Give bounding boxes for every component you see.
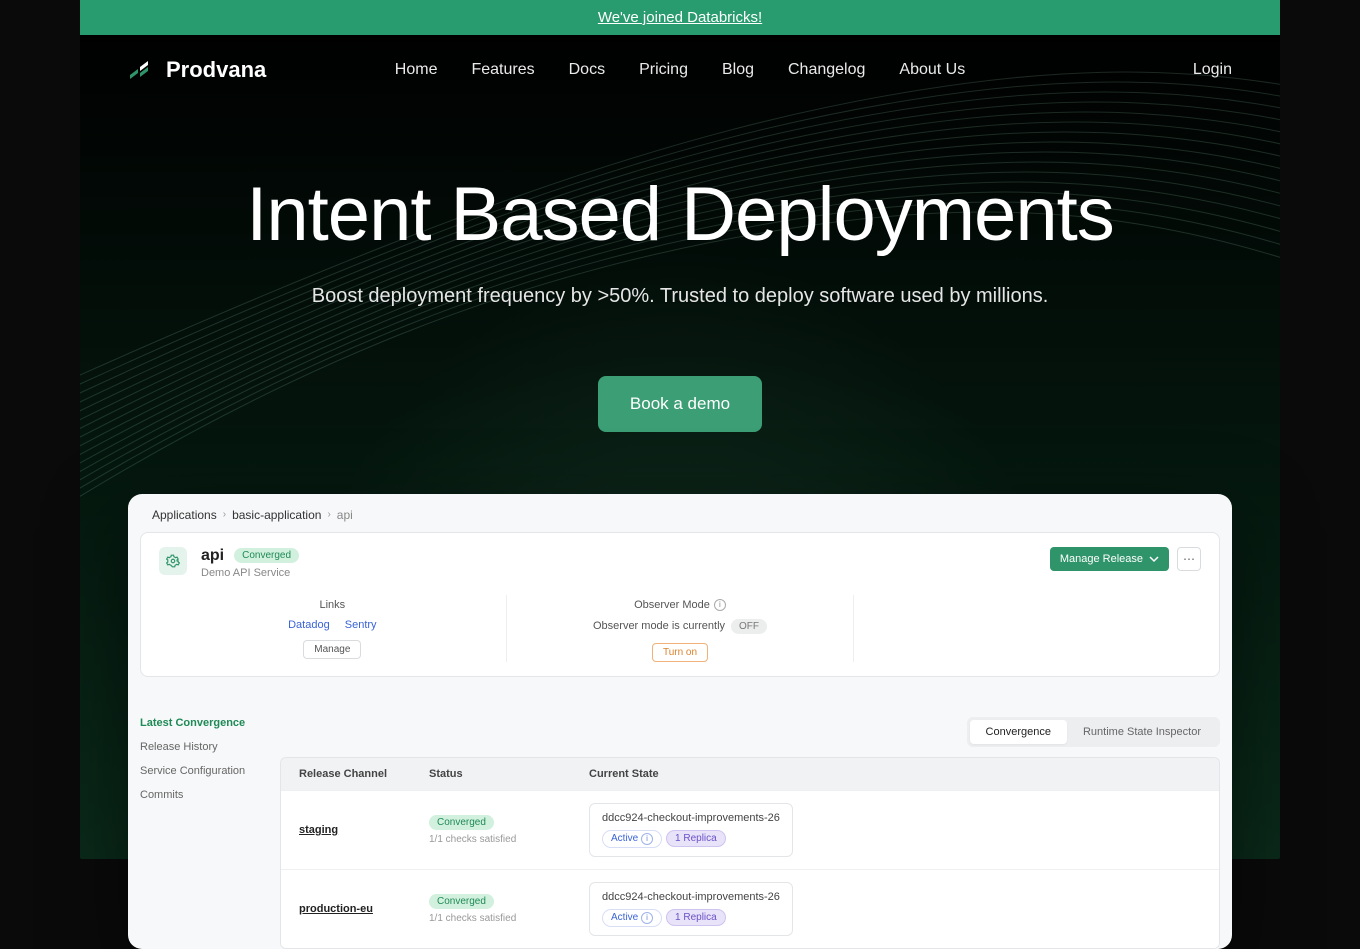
observer-line: Observer mode is currently <box>593 620 725 632</box>
brand-name: Prodvana <box>166 57 266 83</box>
nav-links: Home Features Docs Pricing Blog Changelo… <box>395 61 965 79</box>
breadcrumb-applications[interactable]: Applications <box>152 508 217 522</box>
breadcrumb-app[interactable]: basic-application <box>232 508 321 522</box>
info-icon[interactable]: i <box>714 599 726 611</box>
chevron-right-icon: › <box>223 509 226 520</box>
observer-title: Observer Mode <box>634 599 710 611</box>
status-sub: 1/1 checks satisfied <box>429 834 589 845</box>
manage-release-label: Manage Release <box>1060 553 1143 565</box>
info-icon: i <box>641 912 653 924</box>
state-active-pill: Active i <box>602 830 662 848</box>
channel-staging-link[interactable]: staging <box>299 824 338 836</box>
nav-pricing[interactable]: Pricing <box>639 61 688 79</box>
book-demo-button[interactable]: Book a demo <box>598 376 762 432</box>
manage-links-button[interactable]: Manage <box>303 640 361 659</box>
dashboard-sidenav: Latest Convergence Release History Servi… <box>140 717 260 949</box>
hero-headline: Intent Based Deployments <box>120 175 1240 255</box>
th-release-channel: Release Channel <box>299 768 429 780</box>
manage-release-button[interactable]: Manage Release <box>1050 547 1169 571</box>
observer-turn-on-button[interactable]: Turn on <box>652 643 708 662</box>
nav-features[interactable]: Features <box>471 61 534 79</box>
chevron-down-icon <box>1149 554 1159 564</box>
view-segmented-control: Convergence Runtime State Inspector <box>967 717 1220 747</box>
release-channels-table: Release Channel Status Current State sta… <box>280 757 1220 949</box>
links-title: Links <box>319 599 345 611</box>
nav-about[interactable]: About Us <box>899 61 965 79</box>
hero-subtitle: Boost deployment frequency by >50%. Trus… <box>120 285 1240 308</box>
links-column: Links Datadog Sentry Manage <box>159 595 506 662</box>
nav-blog[interactable]: Blog <box>722 61 754 79</box>
dots-icon: ⋯ <box>1183 552 1195 566</box>
state-card[interactable]: ddcc924-checkout-improvements-26 Active … <box>589 803 793 857</box>
link-sentry[interactable]: Sentry <box>345 619 377 631</box>
chevron-right-icon: › <box>327 509 330 520</box>
service-subtitle: Demo API Service <box>201 567 299 579</box>
nav-changelog[interactable]: Changelog <box>788 61 865 79</box>
table-row: production-eu Converged 1/1 checks satis… <box>281 869 1219 948</box>
service-status-badge: Converged <box>234 548 299 563</box>
info-icon: i <box>641 833 653 845</box>
th-status: Status <box>429 768 589 780</box>
sidenav-latest-convergence[interactable]: Latest Convergence <box>140 717 260 729</box>
link-datadog[interactable]: Datadog <box>288 619 330 631</box>
more-menu-button[interactable]: ⋯ <box>1177 547 1201 571</box>
hero: Intent Based Deployments Boost deploymen… <box>80 105 1280 432</box>
nav-login-wrap: Login <box>1193 61 1232 79</box>
service-header-card: api Converged Demo API Service Manage Re… <box>140 532 1220 677</box>
state-hash: ddcc924-checkout-improvements-26 <box>602 891 780 903</box>
nav-docs[interactable]: Docs <box>569 61 605 79</box>
seg-runtime-inspector[interactable]: Runtime State Inspector <box>1067 720 1217 744</box>
sidenav-commits[interactable]: Commits <box>140 789 260 801</box>
breadcrumb: Applications › basic-application › api <box>128 494 1232 532</box>
state-replicas-pill: 1 Replica <box>666 909 726 926</box>
dashboard-preview: Applications › basic-application › api a… <box>128 494 1232 949</box>
state-active-label: Active <box>611 833 638 844</box>
observer-column: Observer Mode i Observer mode is current… <box>506 595 854 662</box>
state-replicas-pill: 1 Replica <box>666 830 726 847</box>
th-current-state: Current State <box>589 768 1201 780</box>
state-hash: ddcc924-checkout-improvements-26 <box>602 812 780 824</box>
channel-production-eu-link[interactable]: production-eu <box>299 903 373 915</box>
status-badge: Converged <box>429 815 494 830</box>
announcement-link[interactable]: We've joined Databricks! <box>598 9 762 26</box>
announcement-bar: We've joined Databricks! <box>80 0 1280 35</box>
state-card[interactable]: ddcc924-checkout-improvements-26 Active … <box>589 882 793 936</box>
state-active-label: Active <box>611 912 638 923</box>
logo-icon <box>128 59 158 81</box>
empty-column <box>853 595 1201 662</box>
breadcrumb-current: api <box>337 508 353 522</box>
top-nav: Prodvana Home Features Docs Pricing Blog… <box>80 35 1280 105</box>
nav-home[interactable]: Home <box>395 61 438 79</box>
table-row: staging Converged 1/1 checks satisfied d… <box>281 790 1219 869</box>
sidenav-service-configuration[interactable]: Service Configuration <box>140 765 260 777</box>
service-gear-icon <box>159 547 187 575</box>
seg-convergence[interactable]: Convergence <box>970 720 1067 744</box>
status-sub: 1/1 checks satisfied <box>429 913 589 924</box>
status-badge: Converged <box>429 894 494 909</box>
sidenav-release-history[interactable]: Release History <box>140 741 260 753</box>
service-title: api <box>201 547 224 565</box>
observer-state-pill: OFF <box>731 619 767 634</box>
login-link[interactable]: Login <box>1193 61 1232 78</box>
state-active-pill: Active i <box>602 909 662 927</box>
brand-logo[interactable]: Prodvana <box>128 57 266 83</box>
